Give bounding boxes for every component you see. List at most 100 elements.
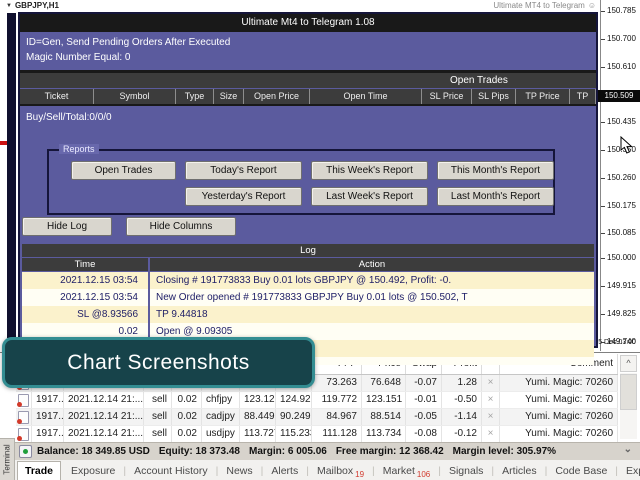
scroll-down-icon[interactable]: ⌄ (624, 444, 632, 455)
tab-exposure[interactable]: Exposure (64, 465, 122, 477)
terminal-cell: 90.249 (276, 409, 312, 425)
chart-screenshots-label: Chart Screenshots (67, 350, 250, 374)
status-segment: Margin level: 305.97% (452, 446, 557, 457)
close-order-cell: × (482, 426, 500, 442)
tab-alerts[interactable]: Alerts (264, 465, 305, 477)
close-x-icon[interactable]: × (488, 394, 494, 405)
terminal-cell: cadjpy (202, 409, 240, 425)
tab-separator: | (615, 464, 619, 477)
ea-info-line1: ID=Gen, Send Pending Orders After Execut… (26, 37, 231, 48)
close-x-icon[interactable]: × (488, 428, 494, 439)
order-note-icon-cell (16, 392, 32, 408)
open-trades-column-header: Ticket Symbol Type Size Open Price Open Time S… (20, 89, 596, 106)
terminal-cell: chfjpy (202, 392, 240, 408)
chevron-down-icon[interactable]: ▼ (6, 3, 12, 9)
chart-symbol-label: GBPJPY,H1 (14, 1, 59, 10)
tab-separator: | (123, 464, 127, 477)
close-x-icon[interactable]: × (488, 411, 494, 422)
terminal-cell: 1.28 (442, 375, 482, 391)
terminal-tab-bar: Trade Exposure | Account History | News | Alert… (15, 460, 640, 480)
terminal-cell: sell (144, 426, 172, 442)
terminal-cell: -1.14 (442, 409, 482, 425)
price-axis-label: 150.085 (601, 228, 640, 237)
log-action-cell: Closing # 191773833 Buy 0.01 lots GBPJPY… (150, 272, 594, 289)
report-button[interactable]: Last Month's Report (437, 187, 554, 206)
terminal-order-row[interactable]: 1917... 2021.12.14 21:... sell 0.02 chfjpy 12… (16, 392, 618, 409)
terminal-cell: 0.02 (172, 392, 202, 408)
terminal-cell: 119.772 (312, 392, 362, 408)
tab-account-history[interactable]: Account History (127, 465, 215, 477)
terminal-cell: 0.02 (172, 409, 202, 425)
mt4-window: ▼ GBPJPY,H1 Ultimate MT4 to Telegram ☺ 1… (0, 0, 640, 480)
log-action-cell: TP 9.44818 (150, 306, 594, 323)
indicator-name-label: Ultimate MT4 to Telegram (493, 1, 585, 10)
order-note-icon (17, 394, 29, 407)
account-status-values: Balance: 18 349.85 USD Equity: 18 373.48 M… (37, 446, 565, 457)
tab-articles[interactable]: Articles (495, 465, 543, 477)
ea-panel-title: Ultimate Mt4 to Telegram 1.08 (20, 14, 596, 32)
tab-market[interactable]: Market 106 (376, 465, 437, 479)
terminal-cell: sell (144, 392, 172, 408)
tab-separator: | (544, 464, 548, 477)
close-x-icon[interactable]: × (488, 377, 494, 388)
account-status-bar: Balance: 18 349.85 USD Equity: 18 373.48 M… (15, 442, 640, 460)
terminal-cell: 2021.12.14 21:... (64, 409, 144, 425)
terminal-side-label[interactable]: Terminal (0, 438, 15, 480)
tab-count-badge: 106 (416, 469, 431, 479)
current-price-badge: 150.509 (598, 90, 640, 102)
open-trades-title: Open Trades (450, 75, 508, 86)
report-button[interactable]: Open Trades (71, 161, 176, 180)
price-axis-label: 150.785 (601, 6, 640, 15)
terminal-cell: 115.233 (276, 426, 312, 442)
terminal-cell: 0.02 (172, 426, 202, 442)
log-time-cell: 2021.12.15 03:54 (22, 289, 148, 306)
tab-separator: | (215, 464, 219, 477)
terminal-cell: -0.07 (406, 375, 442, 391)
tab-news[interactable]: News (219, 465, 259, 477)
smiley-icon: ☺ (587, 1, 596, 10)
order-note-icon (17, 411, 29, 424)
status-segment: Free margin: 12 368.42 (335, 446, 444, 457)
log-row: 2021.12.15 03:54 Closing # 191773833 Buy … (22, 272, 594, 289)
terminal-order-row[interactable]: 1917... 2021.12.14 21:... sell 0.02 cadjpy 88… (16, 409, 618, 426)
tab-signals[interactable]: Signals (442, 465, 490, 477)
terminal-scrollbar-thumb[interactable] (620, 374, 637, 410)
hide-log-button[interactable]: Hide Log (22, 217, 112, 236)
order-note-icon-cell (16, 409, 32, 425)
terminal-cell: 123.123 (240, 392, 276, 408)
terminal-cell: 1917... (32, 409, 64, 425)
report-button[interactable]: Yesterday's Report (185, 187, 302, 206)
terminal-cell: 124.922 (276, 392, 312, 408)
report-button[interactable]: This Month's Report (437, 161, 554, 180)
tab-trade[interactable]: Trade (17, 460, 62, 480)
log-column-header: Time Action (22, 258, 594, 271)
log-title: Log (22, 244, 594, 257)
scroll-up-icon[interactable]: ^ (620, 355, 637, 372)
chart-red-tick (0, 141, 7, 145)
tab-code-base[interactable]: Code Base (548, 465, 614, 477)
time-axis-label: 15 Dec 03:00 (594, 339, 636, 346)
tab-separator: | (260, 464, 264, 477)
terminal-cell: usdjpy (202, 426, 240, 442)
tab-mailbox[interactable]: Mailbox 19 (310, 465, 371, 479)
terminal-cell: 84.967 (312, 409, 362, 425)
ea-info-line2: Magic Number Equal: 0 (26, 52, 131, 63)
open-trades-column: Open Price (244, 89, 310, 104)
tab-experts[interactable]: Experts (619, 465, 640, 477)
hide-columns-button[interactable]: Hide Columns (126, 217, 236, 236)
open-trades-column: SL Price (422, 89, 472, 104)
report-button[interactable]: Today's Report (185, 161, 302, 180)
price-axis-label: 149.915 (601, 281, 640, 290)
ea-info-block: ID=Gen, Send Pending Orders After Execut… (20, 32, 596, 70)
log-time-cell: 2021.12.15 03:54 (22, 272, 148, 289)
price-axis-label: 150.175 (601, 201, 640, 210)
report-button[interactable]: This Week's Report (311, 161, 428, 180)
report-button[interactable]: Last Week's Report (311, 187, 428, 206)
log-row: 2021.12.15 03:54 New Order opened # 19177… (22, 289, 594, 306)
log-time-cell: SL @8.93566 (22, 306, 148, 323)
terminal-order-row[interactable]: 1917... 2021.12.14 21:... sell 0.02 usdjpy 11… (16, 426, 618, 443)
terminal-cell: 113.727 (240, 426, 276, 442)
order-note-icon-cell (16, 426, 32, 442)
terminal-cell: sell (144, 409, 172, 425)
tab-separator: | (372, 464, 375, 477)
